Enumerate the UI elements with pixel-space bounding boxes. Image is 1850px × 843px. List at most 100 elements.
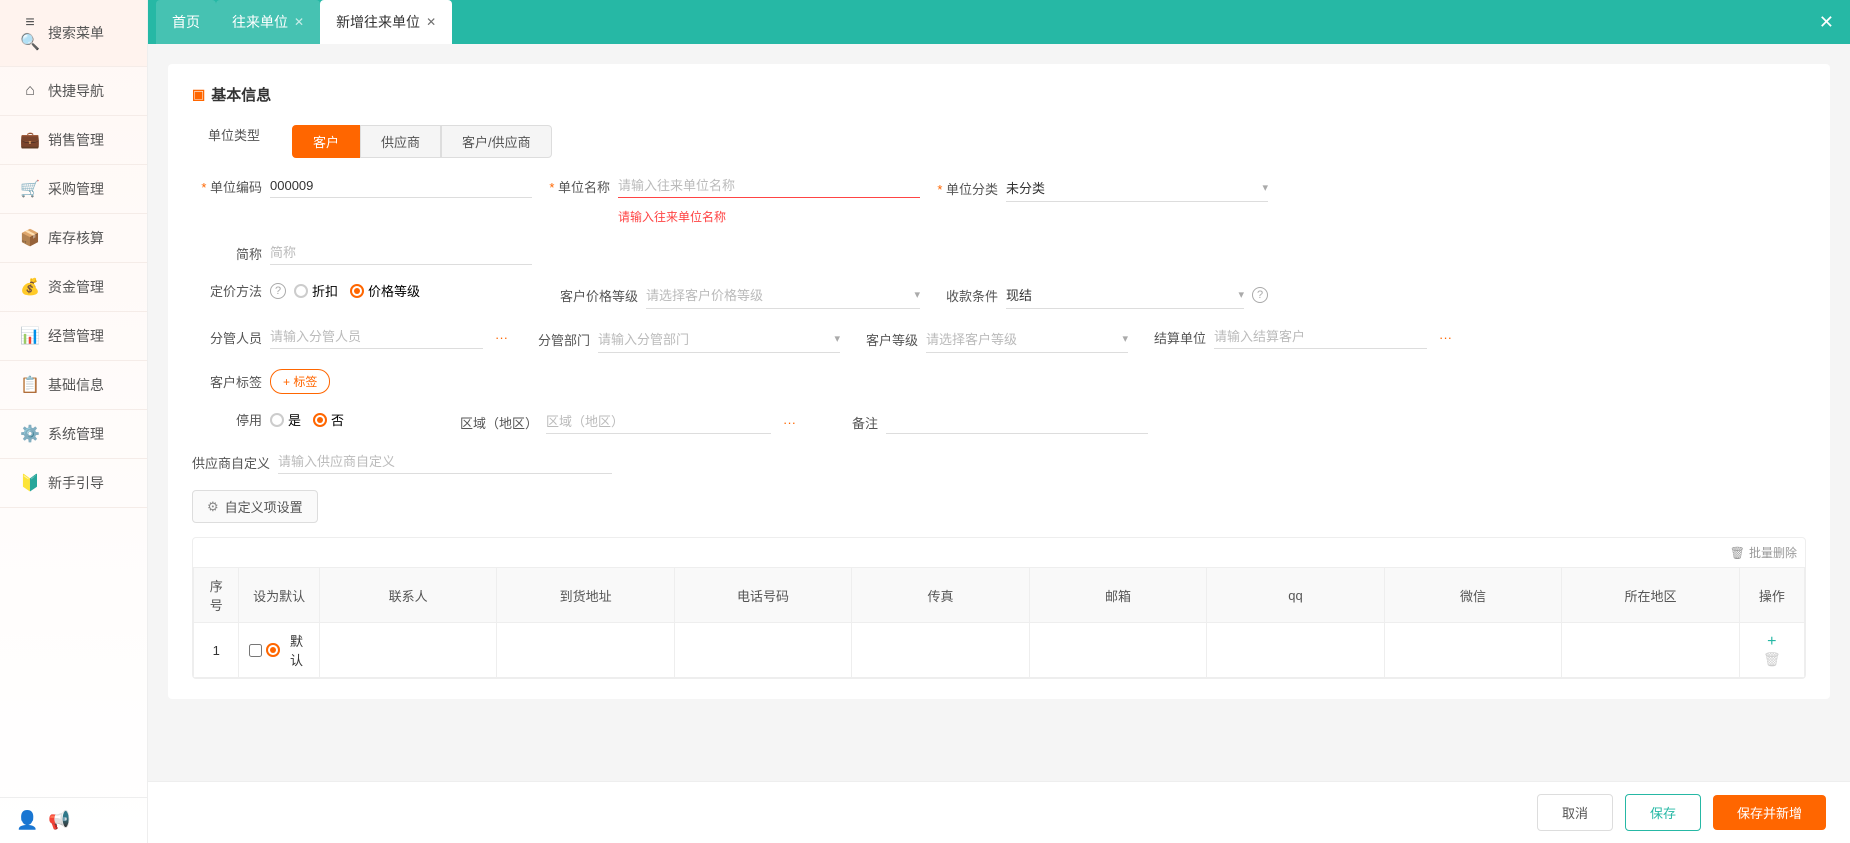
sidebar-item-operations[interactable]: 📊 经营管理 <box>0 312 147 361</box>
sidebar-item-finance[interactable]: 💰 资金管理 <box>0 263 147 312</box>
input-manager[interactable] <box>270 325 483 349</box>
label-customer-tags: 客户标签 <box>192 372 262 391</box>
default-radio[interactable] <box>266 643 280 657</box>
notify-icon[interactable]: 📢 <box>48 810 70 831</box>
search-icon: ≡🔍 <box>20 14 40 52</box>
row-pricing: 定价方法 ? 折扣 价格等级 客户价格等级 <box>192 281 1806 309</box>
radio-no[interactable]: 否 <box>313 410 344 429</box>
input-short-name[interactable] <box>270 241 532 265</box>
add-row-btn[interactable]: + <box>1763 633 1780 650</box>
label-disabled: 停用 <box>192 410 262 429</box>
tab-new-contact[interactable]: 新增往来单位 ✕ <box>320 0 452 44</box>
input-qq[interactable] <box>1217 643 1374 658</box>
cancel-button[interactable]: 取消 <box>1537 794 1613 831</box>
payment-help-icon[interactable]: ? <box>1252 287 1268 303</box>
cell-fax <box>852 623 1029 678</box>
sidebar-item-basic[interactable]: 📋 基础信息 <box>0 361 147 410</box>
main-area: 首页 往来单位 ✕ 新增往来单位 ✕ ✕ ▣ 基本信息 单位类型 <box>148 0 1850 843</box>
unit-type-label: 单位类型 <box>192 125 272 144</box>
group-short-name: 简称 <box>192 241 532 265</box>
delete-icon: 🗑 <box>1730 546 1745 560</box>
cell-wechat <box>1384 623 1561 678</box>
sidebar-item-guide[interactable]: 🔰 新手引导 <box>0 459 147 508</box>
select-department[interactable]: 请输入分管部门 ▾ <box>598 325 840 353</box>
type-btn-both[interactable]: 客户/供应商 <box>441 125 552 158</box>
sidebar: ≡🔍 搜索菜单 ⌂ 快捷导航 💼 销售管理 🛒 采购管理 📦 库存核算 💰 资金… <box>0 0 148 843</box>
custom-settings-btn[interactable]: ⚙ 自定义项设置 <box>192 490 318 523</box>
select-payment-terms-text: 现结 <box>1006 285 1238 304</box>
tab-home[interactable]: 首页 <box>156 0 216 44</box>
cell-default: 默认 <box>239 623 319 678</box>
group-supplier-custom: 供应商自定义 <box>192 450 612 474</box>
radio-price-level-circle <box>350 284 364 298</box>
row-checkbox[interactable] <box>249 644 262 657</box>
select-unit-category-text: 未分类 <box>1006 178 1262 197</box>
type-btn-supplier[interactable]: 供应商 <box>360 125 441 158</box>
tab-bar-close-all[interactable]: ✕ <box>1811 8 1842 37</box>
group-department: 分管部门 请输入分管部门 ▾ <box>520 325 840 353</box>
operations-icon: 📊 <box>20 326 40 346</box>
user-icon[interactable]: 👤 <box>16 810 38 831</box>
pricing-help-icon[interactable]: ? <box>270 283 286 299</box>
radio-discount[interactable]: 折扣 <box>294 281 338 300</box>
sidebar-item-system[interactable]: ⚙️ 系统管理 <box>0 410 147 459</box>
gear-icon: ⚙ <box>207 499 219 515</box>
save-new-button[interactable]: 保存并新增 <box>1713 795 1826 830</box>
tab-new-contact-close[interactable]: ✕ <box>426 15 436 29</box>
sidebar-item-inventory[interactable]: 📦 库存核算 <box>0 214 147 263</box>
cell-address <box>497 623 674 678</box>
input-email[interactable] <box>1040 643 1196 658</box>
label-unit-name: 单位名称 <box>540 177 610 196</box>
tab-contacts[interactable]: 往来单位 ✕ <box>216 0 320 44</box>
input-unit-name[interactable] <box>618 174 920 198</box>
settlement-more-btn[interactable]: ··· <box>1435 330 1456 345</box>
input-contact[interactable] <box>330 643 486 658</box>
delete-row-btn[interactable]: 🗑 <box>1759 651 1785 667</box>
col-action: 操作 <box>1739 568 1804 623</box>
cell-email <box>1029 623 1206 678</box>
batch-delete-btn[interactable]: 🗑 批量删除 <box>193 538 1805 567</box>
label-customer-price-level: 客户价格等级 <box>560 286 638 305</box>
input-row-region[interactable] <box>1572 643 1728 658</box>
type-btn-customer[interactable]: 客户 <box>292 125 360 158</box>
input-remarks[interactable] <box>886 410 1148 434</box>
manager-more-btn[interactable]: ··· <box>491 330 512 345</box>
disabled-radio-group: 是 否 <box>270 410 344 429</box>
select-unit-category[interactable]: 未分类 ▾ <box>1006 174 1268 202</box>
sidebar-item-quicknav[interactable]: ⌂ 快捷导航 <box>0 67 147 116</box>
group-customer-level: 客户等级 请选择客户等级 ▾ <box>848 325 1128 353</box>
label-region: 区域（地区） <box>460 413 538 432</box>
input-phone[interactable] <box>685 643 841 658</box>
input-address[interactable] <box>507 643 663 658</box>
radio-price-level[interactable]: 价格等级 <box>350 281 420 300</box>
input-unit-code[interactable] <box>270 174 532 198</box>
group-pricing-method: 定价方法 ? 折扣 价格等级 <box>192 281 552 300</box>
group-disabled: 停用 是 否 <box>192 410 452 429</box>
select-customer-price-level[interactable]: 请选择客户价格等级 ▾ <box>646 281 920 309</box>
tab-contacts-close[interactable]: ✕ <box>294 15 304 29</box>
input-fax[interactable] <box>862 643 1018 658</box>
sidebar-item-purchase[interactable]: 🛒 采购管理 <box>0 165 147 214</box>
add-tag-btn[interactable]: + 标签 <box>270 369 330 394</box>
sidebar-item-search[interactable]: ≡🔍 搜索菜单 <box>0 0 147 67</box>
save-button[interactable]: 保存 <box>1625 794 1701 831</box>
region-more-btn[interactable]: ··· <box>779 415 800 430</box>
label-department: 分管部门 <box>520 330 590 349</box>
label-pricing-method: 定价方法 <box>192 281 262 300</box>
input-region[interactable] <box>546 410 771 434</box>
finance-icon: 💰 <box>20 277 40 297</box>
sidebar-item-sales[interactable]: 💼 销售管理 <box>0 116 147 165</box>
default-label: 默认 <box>284 631 309 669</box>
label-settlement-unit: 结算单位 <box>1136 328 1206 347</box>
select-customer-level[interactable]: 请选择客户等级 ▾ <box>926 325 1128 353</box>
chevron-down-icon-5: ▾ <box>1122 332 1128 345</box>
radio-yes[interactable]: 是 <box>270 410 301 429</box>
input-supplier-custom[interactable] <box>278 450 612 474</box>
table-row: 1 默认 <box>194 623 1805 678</box>
select-dept-text: 请输入分管部门 <box>598 329 834 348</box>
input-settlement-unit[interactable] <box>1214 325 1427 349</box>
input-wechat[interactable] <box>1395 643 1551 658</box>
select-payment-terms[interactable]: 现结 ▾ <box>1006 281 1244 309</box>
col-wechat: 微信 <box>1384 568 1561 623</box>
form-footer: 取消 保存 保存并新增 <box>148 781 1850 843</box>
